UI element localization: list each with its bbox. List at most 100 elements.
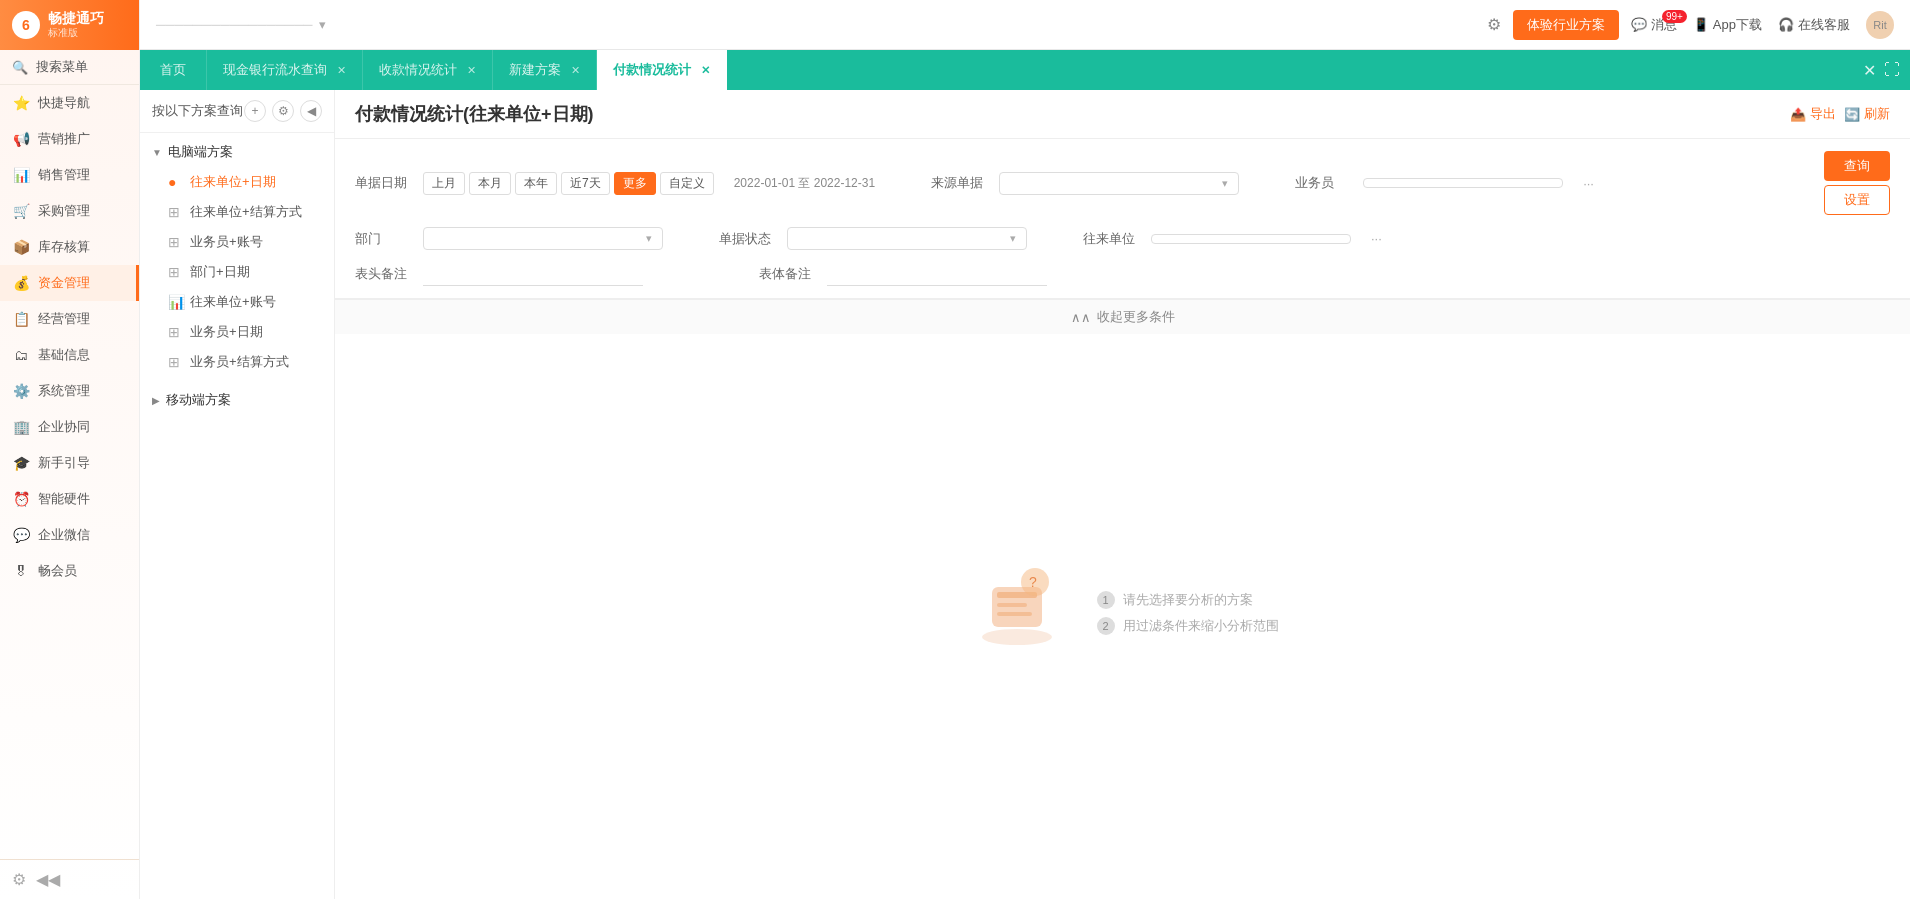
mobile-group-label: 移动端方案 [166, 391, 231, 409]
scheme-collapse-btn[interactable]: ◀ [300, 100, 322, 122]
sidebar-item-vip[interactable]: 🎖 畅会员 [0, 553, 139, 589]
scheme-active-icon: ● [168, 174, 184, 190]
enterprise-icon: 🏢 [12, 419, 30, 435]
tab-bank-label: 现金银行流水查询 [223, 61, 327, 79]
scheme-panel-title: 按以下方案查询 [152, 102, 244, 120]
sidebar-item-sales[interactable]: 📊 销售管理 [0, 157, 139, 193]
sidebar-item-quick-nav[interactable]: ⭐ 快捷导航 [0, 85, 139, 121]
salesman-label: 业务员 [1295, 174, 1347, 192]
body-note-input[interactable] [827, 262, 1047, 286]
source-voucher-select[interactable]: ▾ [999, 172, 1239, 195]
headset-icon: 🎧 [1778, 17, 1794, 32]
tab-maximize-icon[interactable]: ⛶ [1884, 61, 1900, 79]
refresh-button[interactable]: 🔄 刷新 [1844, 105, 1890, 123]
search-icon: 🔍 [12, 60, 28, 75]
sidebar-item-sys-mgmt[interactable]: ⚙️ 系统管理 [0, 373, 139, 409]
dept-dropdown-icon: ▾ [646, 232, 652, 245]
desktop-group-label: 电脑端方案 [168, 143, 233, 161]
app-download-btn[interactable]: 📱 App下载 [1693, 16, 1762, 34]
sidebar-item-label: 库存核算 [38, 238, 90, 256]
tab-receipt-close[interactable]: ✕ [467, 64, 476, 77]
logo-text: 畅捷通巧 标准版 [48, 10, 104, 41]
online-service-btn[interactable]: 🎧 在线客服 [1778, 16, 1850, 34]
scheme-item-dept-date[interactable]: ⊞ 部门+日期 [140, 257, 334, 287]
query-button[interactable]: 查询 [1824, 151, 1890, 181]
scheme-item-label: 部门+日期 [190, 263, 250, 281]
sidebar-item-purchase[interactable]: 🛒 采购管理 [0, 193, 139, 229]
user-avatar[interactable]: Rit [1866, 11, 1894, 39]
date-btn-last-7-days[interactable]: 近7天 [561, 172, 610, 195]
address-dropdown-icon[interactable]: ▾ [319, 17, 326, 32]
tab-close-all-icon[interactable]: ✕ [1863, 61, 1876, 80]
sidebar-item-marketing[interactable]: 📢 营销推广 [0, 121, 139, 157]
scheme-item-label: 往来单位+账号 [190, 293, 276, 311]
filter-section: 单据日期 上月 本月 本年 近7天 更多 自定义 2022-01-01 至 20… [335, 139, 1910, 334]
salesman-select[interactable] [1363, 178, 1563, 188]
sidebar-item-base-info[interactable]: 🗂 基础信息 [0, 337, 139, 373]
add-scheme-btn[interactable]: + [244, 100, 266, 122]
scheme-item-counterpart-date[interactable]: ● 往来单位+日期 [140, 167, 334, 197]
date-btn-more[interactable]: 更多 [614, 172, 656, 195]
dept-select[interactable]: ▾ [423, 227, 663, 250]
quick-nav-icon: ⭐ [12, 95, 30, 111]
sidebar-item-label: 销售管理 [38, 166, 90, 184]
sidebar-item-finance[interactable]: 💰 资金管理 [0, 265, 139, 301]
voucher-status-select[interactable]: ▾ [787, 227, 1027, 250]
date-btn-this-month[interactable]: 本月 [469, 172, 511, 195]
scheme-panel-header: 按以下方案查询 + ⚙ ◀ [140, 90, 334, 133]
counterpart-ellipsis[interactable]: ··· [1371, 231, 1382, 246]
desktop-group-title[interactable]: ▼ 电脑端方案 [140, 137, 334, 167]
filter-area: 单据日期 上月 本月 本年 近7天 更多 自定义 2022-01-01 至 20… [335, 139, 1910, 299]
empty-illustration: ? [967, 557, 1067, 657]
sidebar-item-guide[interactable]: 🎓 新手引导 [0, 445, 139, 481]
mobile-group-title[interactable]: ▶ 移动端方案 [140, 385, 334, 415]
tab-bank-close[interactable]: ✕ [337, 64, 346, 77]
collapse-sidebar-icon[interactable]: ◀◀ [36, 870, 60, 889]
tab-new-plan-close[interactable]: ✕ [571, 64, 580, 77]
page-header-actions: 📤 导出 🔄 刷新 [1790, 105, 1890, 123]
collapse-conditions-bar[interactable]: ∧∧ 收起更多条件 [335, 299, 1910, 334]
tab-payment[interactable]: 付款情况统计 ✕ [597, 50, 727, 90]
header-note-input[interactable] [423, 262, 643, 286]
date-btn-last-month[interactable]: 上月 [423, 172, 465, 195]
tab-home[interactable]: 首页 [140, 50, 207, 90]
operations-icon: 📋 [12, 311, 30, 327]
trial-button[interactable]: 体验行业方案 [1513, 10, 1619, 40]
right-content: 付款情况统计(往来单位+日期) 📤 导出 🔄 刷新 [335, 90, 1910, 899]
sidebar-item-inventory[interactable]: 📦 库存核算 [0, 229, 139, 265]
scheme-item-counterpart-settle[interactable]: ⊞ 往来单位+结算方式 [140, 197, 334, 227]
setting-button[interactable]: 设置 [1824, 185, 1890, 215]
sidebar-item-label: 资金管理 [38, 274, 90, 292]
tab-home-label: 首页 [160, 61, 186, 79]
scheme-item-salesman-date[interactable]: ⊞ 业务员+日期 [140, 317, 334, 347]
message-icon: 💬 [1631, 17, 1647, 32]
scheme-item-salesman-settle[interactable]: ⊞ 业务员+结算方式 [140, 347, 334, 377]
tab-receipt[interactable]: 收款情况统计 ✕ [363, 50, 493, 90]
search-menu[interactable]: 🔍 搜索菜单 [0, 50, 139, 85]
sidebar-item-wechat[interactable]: 💬 企业微信 [0, 517, 139, 553]
scheme-item-label: 业务员+结算方式 [190, 353, 289, 371]
messages-btn[interactable]: 💬 消息 99+ [1631, 16, 1677, 34]
page-header: 付款情况统计(往来单位+日期) 📤 导出 🔄 刷新 [335, 90, 1910, 139]
sidebar-item-hardware[interactable]: ⏰ 智能硬件 [0, 481, 139, 517]
tab-bank[interactable]: 现金银行流水查询 ✕ [207, 50, 363, 90]
sidebar-item-label: 系统管理 [38, 382, 90, 400]
date-btn-this-year[interactable]: 本年 [515, 172, 557, 195]
counterpart-select[interactable] [1151, 234, 1351, 244]
scheme-item-counterpart-account[interactable]: 📊 往来单位+账号 [140, 287, 334, 317]
topbar-settings-icon[interactable]: ⚙ [1487, 15, 1501, 34]
sidebar-item-operations[interactable]: 📋 经营管理 [0, 301, 139, 337]
sidebar-item-enterprise[interactable]: 🏢 企业协同 [0, 409, 139, 445]
hardware-icon: ⏰ [12, 491, 30, 507]
tab-new-plan[interactable]: 新建方案 ✕ [493, 50, 597, 90]
tab-payment-close[interactable]: ✕ [701, 64, 710, 77]
salesman-ellipsis[interactable]: ··· [1583, 176, 1594, 191]
scheme-settings-btn[interactable]: ⚙ [272, 100, 294, 122]
settings-icon[interactable]: ⚙ [12, 870, 26, 889]
main-area: ───────────────── ▾ ⚙ 体验行业方案 💬 消息 99+ 📱 … [140, 0, 1910, 899]
scheme-item-salesman-account[interactable]: ⊞ 业务员+账号 [140, 227, 334, 257]
export-button[interactable]: 📤 导出 [1790, 105, 1836, 123]
date-btn-custom[interactable]: 自定义 [660, 172, 714, 195]
app-logo: 6 畅捷通巧 标准版 [0, 0, 139, 50]
voucher-status-label: 单据状态 [719, 230, 771, 248]
